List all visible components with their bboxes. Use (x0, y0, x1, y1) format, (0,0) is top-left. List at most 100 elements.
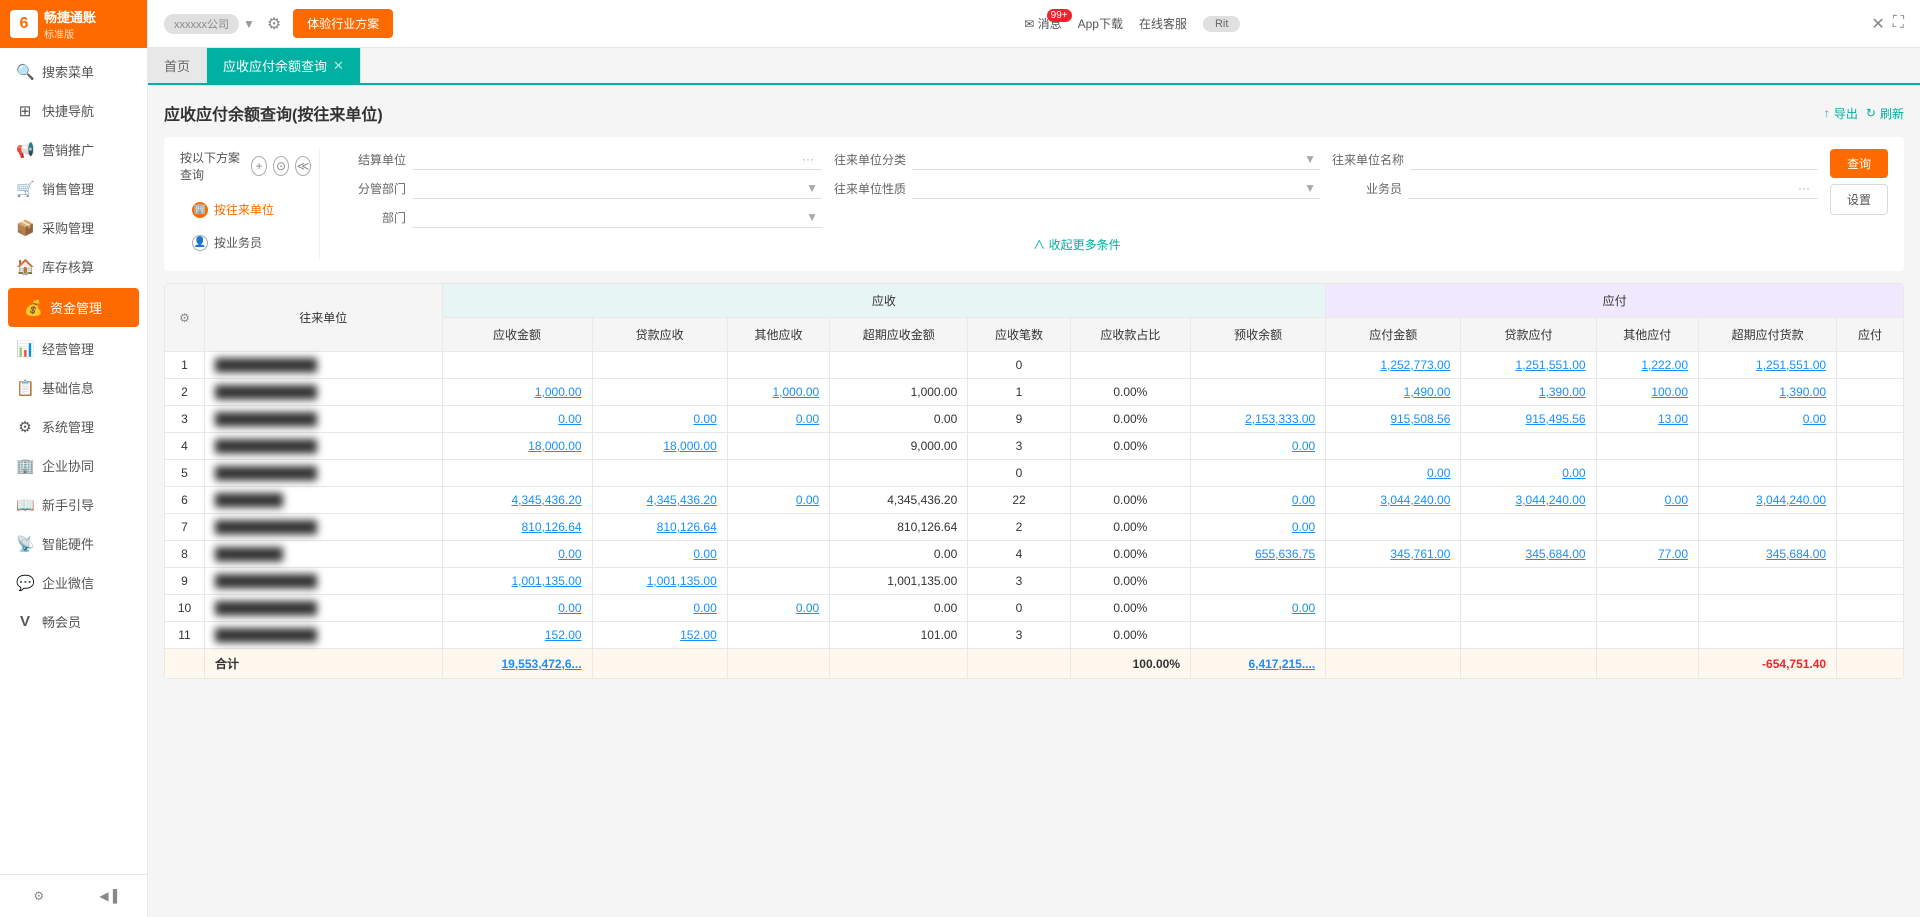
row-loan-rec[interactable]: 0.00 (592, 541, 727, 568)
row-other-pay[interactable]: 13.00 (1596, 406, 1698, 433)
sidebar-item-purchase[interactable]: 📦 采购管理 (0, 208, 147, 247)
sidebar-item-operations[interactable]: 📊 经营管理 (0, 329, 147, 368)
salesman-input[interactable]: ··· (1408, 178, 1818, 199)
customer-service-link[interactable]: 在线客服 (1139, 15, 1187, 32)
row-arr[interactable]: 810,126.64 (442, 514, 592, 541)
row-arr[interactable]: 1,000.00 (442, 379, 592, 406)
row-ap[interactable]: 1,252,773.00 (1326, 352, 1461, 379)
row-loan-rec[interactable]: 18,000.00 (592, 433, 727, 460)
query-button[interactable]: 查询 (1830, 149, 1888, 178)
refresh-button[interactable]: ↻ 刷新 (1866, 105, 1904, 122)
row-overdue-pay[interactable]: 345,684.00 (1699, 541, 1837, 568)
row-other-rec[interactable]: 0.00 (727, 406, 829, 433)
unit-category-arrow: ▼ (1304, 152, 1316, 166)
department-select[interactable]: ▼ (412, 207, 822, 228)
row-other-pay[interactable]: 100.00 (1596, 379, 1698, 406)
row-ap[interactable]: 915,508.56 (1326, 406, 1461, 433)
sidebar-item-sales[interactable]: 🛒 销售管理 (0, 169, 147, 208)
filter-by-unit[interactable]: 🏢 按往来单位 (180, 193, 311, 226)
collapse-btn[interactable]: ∧ 收起更多条件 (336, 232, 1818, 257)
sidebar-item-search[interactable]: 🔍 搜索菜单 (0, 52, 147, 91)
row-ap[interactable]: 3,044,240.00 (1326, 487, 1461, 514)
unit-category-select[interactable]: ▼ (912, 149, 1320, 170)
row-loan-rec[interactable]: 0.00 (592, 406, 727, 433)
table-row: 8████████0.000.000.0040.00%655,636.75345… (165, 541, 1904, 568)
row-loan-rec[interactable]: 810,126.64 (592, 514, 727, 541)
footer-arr[interactable]: 19,553,472,6... (442, 649, 592, 679)
sidebar-collapse-btn[interactable]: ◀▐ (78, 883, 140, 909)
sidebar-settings-btn[interactable]: ⚙ (8, 883, 70, 909)
row-ap[interactable]: 0.00 (1326, 460, 1461, 487)
filter-add-btn[interactable]: + (251, 156, 267, 176)
sidebar-item-system[interactable]: ⚙ 系统管理 (0, 407, 147, 446)
dept-select[interactable]: ▼ (412, 178, 822, 199)
row-overdue-pay[interactable]: 1,251,551.00 (1699, 352, 1837, 379)
row-prepay[interactable]: 0.00 (1190, 514, 1325, 541)
topbar-settings-icon[interactable]: ⚙ (267, 14, 281, 34)
sidebar-item-finance[interactable]: 💰 资金管理 (8, 288, 139, 327)
row-loan-pay[interactable]: 1,390.00 (1461, 379, 1596, 406)
settings-button[interactable]: 设置 (1830, 184, 1888, 215)
table-settings-icon[interactable]: ⚙ (179, 311, 190, 325)
filter-collapse-left-btn[interactable]: ≪ (295, 156, 311, 176)
sidebar-item-smarthw[interactable]: 📡 智能硬件 (0, 524, 147, 563)
row-loan-pay[interactable]: 3,044,240.00 (1461, 487, 1596, 514)
row-loan-rec[interactable]: 4,345,436.20 (592, 487, 727, 514)
row-other-pay[interactable]: 0.00 (1596, 487, 1698, 514)
row-ap[interactable]: 1,490.00 (1326, 379, 1461, 406)
row-overdue-pay[interactable]: 3,044,240.00 (1699, 487, 1837, 514)
filter-settings-btn[interactable]: ⊙ (273, 156, 289, 176)
maximize-window-btn[interactable]: ⛶ (1893, 14, 1904, 34)
row-loan-rec[interactable]: 152.00 (592, 622, 727, 649)
filter-by-employee[interactable]: 👤 按业务员 (180, 226, 311, 259)
sidebar-item-wechat[interactable]: 💬 企业微信 (0, 563, 147, 602)
row-overdue-pay[interactable]: 1,390.00 (1699, 379, 1837, 406)
row-arr[interactable]: 18,000.00 (442, 433, 592, 460)
app-download-link[interactable]: App下载 (1078, 15, 1123, 32)
sidebar-item-enterprise[interactable]: 🏢 企业协同 (0, 446, 147, 485)
close-window-btn[interactable]: ✕ (1871, 14, 1884, 34)
sidebar-item-inventory[interactable]: 🏠 库存核算 (0, 247, 147, 286)
row-loan-rec[interactable]: 0.00 (592, 595, 727, 622)
row-arr[interactable]: 1,001,135.00 (442, 568, 592, 595)
tab-home[interactable]: 首页 (148, 48, 207, 83)
unit-name-input[interactable] (1410, 149, 1818, 170)
row-prepay[interactable]: 0.00 (1190, 487, 1325, 514)
row-other-rec[interactable]: 1,000.00 (727, 379, 829, 406)
export-button[interactable]: ↑ 导出 (1824, 105, 1858, 122)
row-arr[interactable]: 0.00 (442, 541, 592, 568)
row-other-pay[interactable]: 1,222.00 (1596, 352, 1698, 379)
notification-area[interactable]: ✉ 消息 99+ (1024, 15, 1061, 32)
row-arr[interactable]: 0.00 (442, 406, 592, 433)
row-prepay[interactable]: 0.00 (1190, 433, 1325, 460)
row-loan-rec[interactable]: 1,001,135.00 (592, 568, 727, 595)
tab-close-icon[interactable]: ✕ (333, 58, 344, 74)
sidebar-item-marketing[interactable]: 📢 营销推广 (0, 130, 147, 169)
row-arr[interactable]: 152.00 (442, 622, 592, 649)
row-loan-pay[interactable]: 1,251,551.00 (1461, 352, 1596, 379)
sidebar-logo: 6 畅捷通账 标准版 (0, 0, 147, 48)
tab-query[interactable]: 应收应付余额查询 ✕ (207, 48, 361, 83)
promo-button[interactable]: 体验行业方案 (293, 9, 393, 38)
sidebar-item-quicknav[interactable]: ⊞ 快捷导航 (0, 91, 147, 130)
row-overdue-pay[interactable]: 0.00 (1699, 406, 1837, 433)
row-prepay[interactable]: 2,153,333.00 (1190, 406, 1325, 433)
sidebar-item-guide[interactable]: 📖 新手引导 (0, 485, 147, 524)
sidebar-item-member[interactable]: V 畅会员 (0, 602, 147, 641)
row-other-rec (727, 622, 829, 649)
row-prepay[interactable]: 0.00 (1190, 595, 1325, 622)
footer-prepay[interactable]: 6,417,215.... (1190, 649, 1325, 679)
row-other-pay[interactable]: 77.00 (1596, 541, 1698, 568)
row-ap[interactable]: 345,761.00 (1326, 541, 1461, 568)
sidebar-item-basicinfo[interactable]: 📋 基础信息 (0, 368, 147, 407)
row-other-rec[interactable]: 0.00 (727, 595, 829, 622)
row-loan-pay[interactable]: 0.00 (1461, 460, 1596, 487)
row-loan-pay[interactable]: 915,495.56 (1461, 406, 1596, 433)
row-arr[interactable]: 4,345,436.20 (442, 487, 592, 514)
unit-nature-select[interactable]: ▼ (912, 178, 1320, 199)
row-loan-pay[interactable]: 345,684.00 (1461, 541, 1596, 568)
row-arr[interactable]: 0.00 (442, 595, 592, 622)
row-prepay[interactable]: 655,636.75 (1190, 541, 1325, 568)
settlement-unit-input[interactable]: ··· (412, 149, 822, 170)
row-other-rec[interactable]: 0.00 (727, 487, 829, 514)
